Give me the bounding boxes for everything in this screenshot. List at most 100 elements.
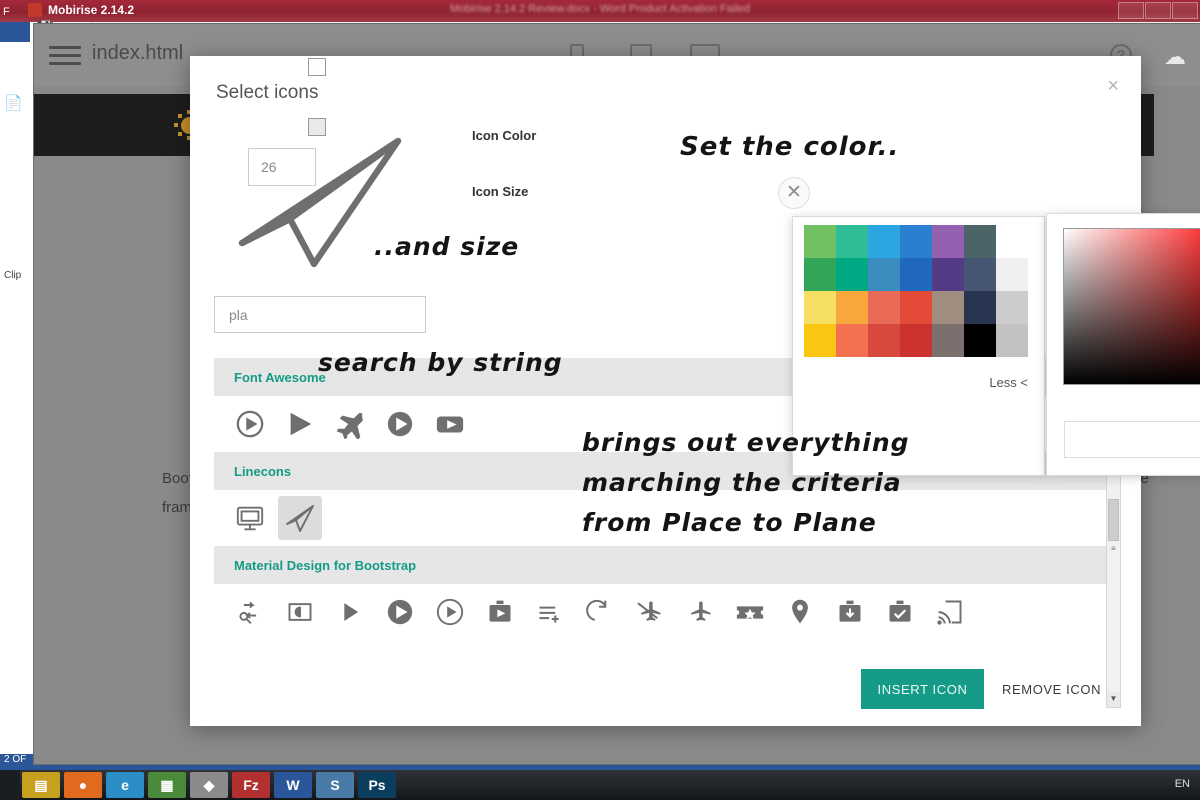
icon-size-swatch-button[interactable] — [308, 118, 326, 136]
remove-icon-button[interactable]: REMOVE ICON — [1002, 669, 1101, 709]
cast-connected-icon[interactable] — [928, 590, 972, 634]
annotation-set-color: Set the color.. — [680, 132, 899, 162]
color-swatch-grid[interactable] — [804, 225, 1028, 357]
paper-plane-icon[interactable] — [278, 496, 322, 540]
insert-icon-button[interactable]: INSERT ICON — [861, 669, 984, 709]
color-swatch[interactable] — [900, 258, 932, 291]
saturation-value-square[interactable] — [1063, 228, 1200, 385]
select-icons-dialog: Select icons × Icon Color Icon Size — [190, 56, 1141, 726]
replay-icon[interactable] — [578, 590, 622, 634]
palette-less-toggle[interactable]: Less < — [989, 375, 1028, 390]
word-page-count: 2 OF — [4, 754, 26, 765]
minimize-button[interactable] — [1118, 2, 1144, 19]
play-arrow-icon[interactable] — [328, 590, 372, 634]
work-download-icon[interactable] — [828, 590, 872, 634]
windows-taskbar: ▤●e▦◆FzWSPs EN — [0, 770, 1200, 800]
file-explorer-icon[interactable]: ▤ — [22, 772, 60, 798]
youtube-play-icon[interactable] — [428, 402, 472, 446]
color-swatch[interactable] — [900, 291, 932, 324]
paste-icon[interactable]: 📄 — [4, 94, 23, 112]
category-header: Material Design for Bootstrap — [214, 546, 1117, 584]
taskbar-items: ▤●e▦◆FzWSPs — [22, 772, 396, 798]
current-file-name: index.html — [92, 42, 183, 65]
play-for-work-icon[interactable] — [478, 590, 522, 634]
color-swatch[interactable] — [932, 258, 964, 291]
hamburger-menu-icon[interactable] — [49, 46, 81, 64]
color-swatch[interactable] — [996, 258, 1028, 291]
photoshop-icon[interactable]: Ps — [358, 772, 396, 798]
annotation-search: search by string — [318, 348, 563, 377]
edge-icon[interactable]: e — [106, 772, 144, 798]
airplanemode-active-icon[interactable] — [678, 590, 722, 634]
play-circle-filled-icon[interactable] — [378, 590, 422, 634]
annotation-brings-3: from Place to Plane — [582, 508, 877, 537]
play-icon[interactable] — [278, 402, 322, 446]
color-swatch[interactable] — [964, 225, 996, 258]
color-swatch[interactable] — [900, 324, 932, 357]
publish-upload-icon[interactable]: ☁ — [1164, 46, 1186, 68]
notepad-icon[interactable]: ▦ — [148, 772, 186, 798]
play-circle-icon[interactable] — [378, 402, 422, 446]
color-swatch[interactable] — [996, 225, 1028, 258]
language-indicator[interactable]: EN — [1175, 778, 1190, 790]
plane-icon[interactable] — [328, 402, 372, 446]
annotation-brings-2: marching the criteria — [582, 468, 902, 497]
color-swatch[interactable] — [804, 291, 836, 324]
find-replace-icon[interactable] — [228, 590, 272, 634]
word-document-title: Mobirise 2.14.2 Review.docx - Word Produ… — [450, 3, 750, 15]
color-swatch[interactable] — [804, 324, 836, 357]
desktop-background: Mobirise 2.14.2 Mobirise 2.14.2 Review.d… — [0, 0, 1200, 800]
dialog-title: Select icons — [216, 82, 318, 104]
word-icon[interactable]: W — [274, 772, 312, 798]
color-swatch[interactable] — [996, 291, 1028, 324]
close-button[interactable] — [1172, 2, 1198, 19]
play-circle-outline-icon[interactable] — [428, 590, 472, 634]
display-icon[interactable] — [228, 496, 272, 540]
word-window-controls[interactable] — [1118, 2, 1198, 19]
icon-color-swatch-button[interactable] — [308, 58, 326, 76]
color-swatch[interactable] — [804, 258, 836, 291]
work-check-icon[interactable] — [878, 590, 922, 634]
hex-color-input[interactable] — [1064, 421, 1200, 458]
playlist-add-icon[interactable] — [528, 590, 572, 634]
skype-icon[interactable]: S — [316, 772, 354, 798]
annotation-and-size: ..and size — [374, 232, 519, 261]
word-app-name: Mobirise 2.14.2 — [48, 3, 134, 17]
maximize-button[interactable] — [1145, 2, 1171, 19]
place-icon[interactable] — [778, 590, 822, 634]
color-swatch[interactable] — [964, 258, 996, 291]
category-group: Material Design for Bootstrap — [214, 546, 1117, 640]
airplanemode-inactive-icon[interactable] — [628, 590, 672, 634]
scrollbar-thumb[interactable] — [1108, 499, 1119, 541]
color-swatch[interactable] — [964, 324, 996, 357]
icon-search-input[interactable] — [214, 296, 426, 333]
color-swatch[interactable] — [932, 225, 964, 258]
color-swatch[interactable] — [868, 291, 900, 324]
color-swatch[interactable] — [932, 324, 964, 357]
color-swatch[interactable] — [836, 258, 868, 291]
scroll-down-arrow[interactable]: ▼ — [1107, 692, 1120, 707]
firefox-icon[interactable]: ● — [64, 772, 102, 798]
file-tab[interactable]: F — [0, 22, 30, 42]
blender-icon[interactable]: ◆ — [190, 772, 228, 798]
color-swatch[interactable] — [996, 324, 1028, 357]
color-swatch[interactable] — [900, 225, 932, 258]
color-swatch[interactable] — [932, 291, 964, 324]
color-swatch[interactable] — [836, 225, 868, 258]
color-swatch[interactable] — [804, 225, 836, 258]
color-swatch[interactable] — [868, 324, 900, 357]
color-swatch[interactable] — [868, 225, 900, 258]
color-swatch[interactable] — [836, 291, 868, 324]
icon-size-input[interactable] — [248, 148, 316, 186]
color-swatch[interactable] — [836, 324, 868, 357]
brightness-icon[interactable] — [278, 590, 322, 634]
filezilla-icon[interactable]: Fz — [232, 772, 270, 798]
annotation-brings-1: brings out everything — [582, 428, 910, 457]
local-play-icon[interactable] — [728, 590, 772, 634]
play-circle-o-icon[interactable] — [228, 402, 272, 446]
palette-close-icon[interactable]: ✕ — [778, 177, 810, 209]
dialog-close-button[interactable]: × — [1107, 76, 1119, 96]
start-button[interactable] — [0, 770, 20, 800]
color-swatch[interactable] — [964, 291, 996, 324]
color-swatch[interactable] — [868, 258, 900, 291]
